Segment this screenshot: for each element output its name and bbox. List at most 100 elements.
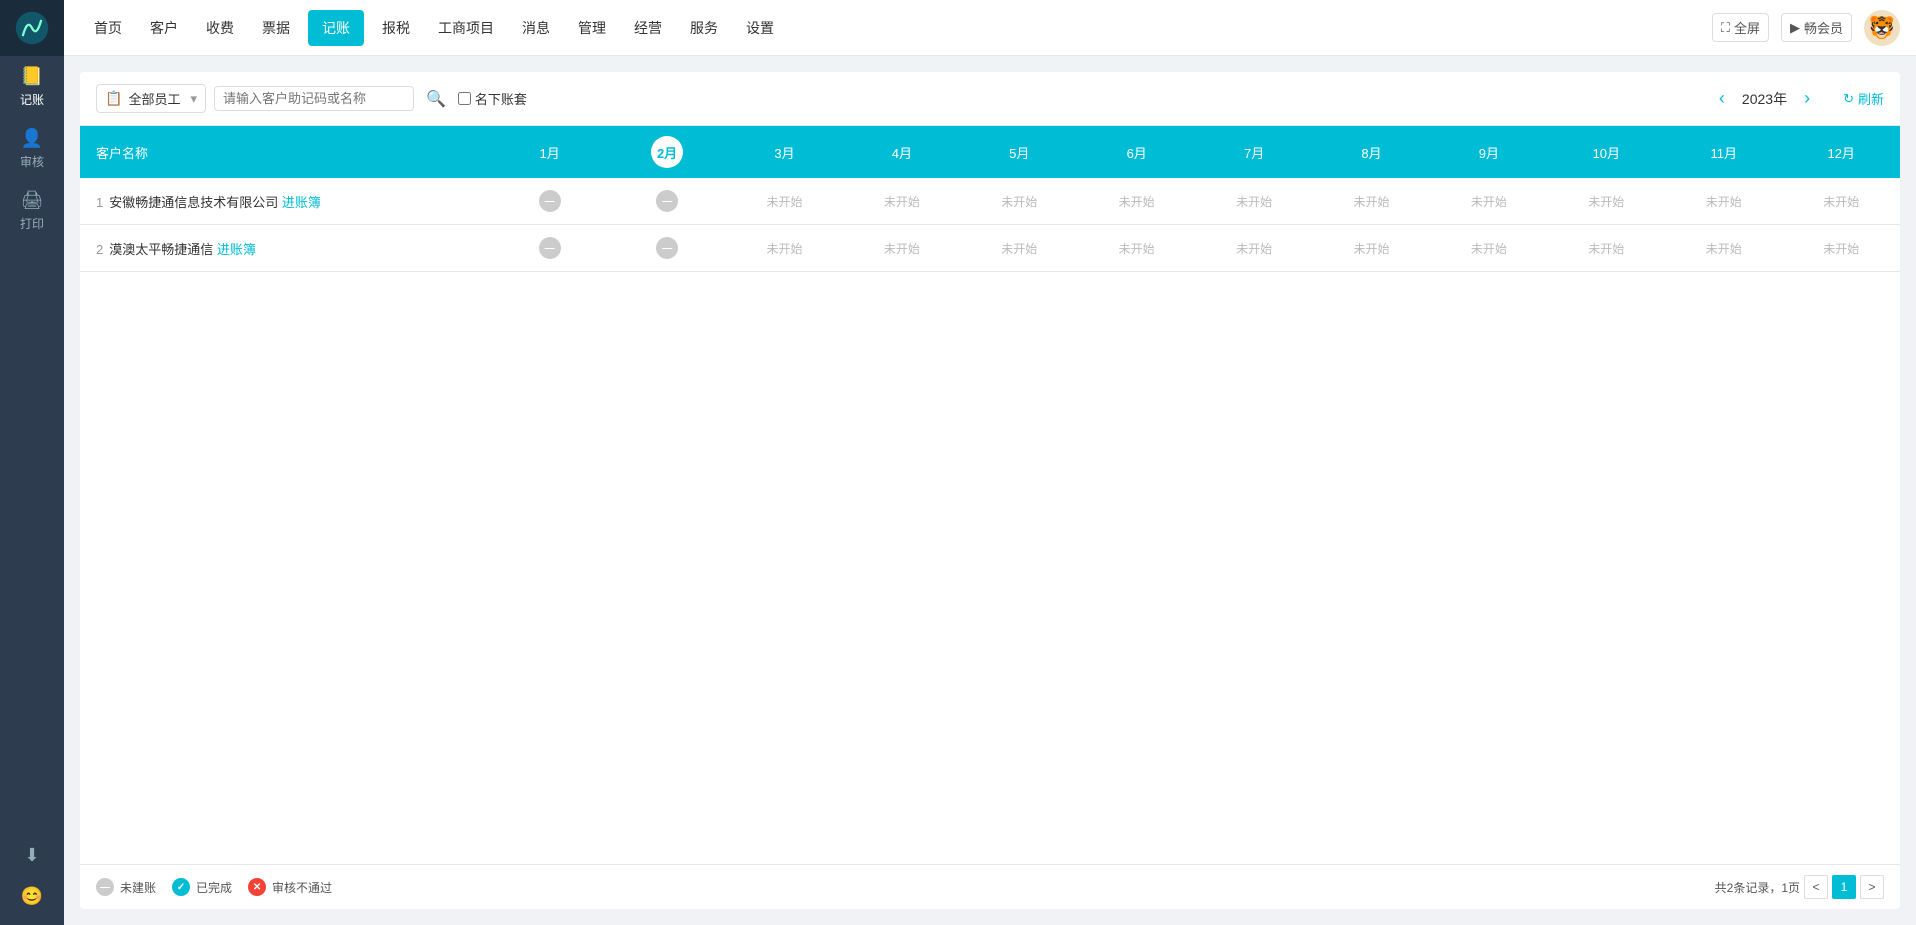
search-button[interactable]: 🔍 [422,85,450,113]
col-header-m11: 11月 [1665,126,1782,178]
sidebar-item-audit-label: 审核 [20,153,44,170]
col-header-m1: 1月 [491,126,608,178]
sidebar-user[interactable]: 😊 [0,878,64,915]
nav-tax[interactable]: 报税 [368,0,424,56]
enter-ledger-link[interactable]: 进账簿 [213,242,256,257]
month-cell: 未开始 [1313,225,1430,272]
enter-ledger-link[interactable]: 进账簿 [278,195,321,210]
month-cell: 未开始 [1665,225,1782,272]
table-wrap: 客户名称 1月 2月 3月 4月 5月 6月 7月 8月 9月 [80,126,1900,864]
month-cell: 未开始 [1665,178,1782,225]
dash-circle [656,190,678,212]
month-cell [491,225,608,272]
nav-message[interactable]: 消息 [508,0,564,56]
nav-manage[interactable]: 管理 [564,0,620,56]
nav-invoice[interactable]: 票据 [248,0,304,56]
dash-circle [539,190,561,212]
legend-dot-grey: — [96,878,114,896]
row-name-cell: 1 安徽畅捷通信息技术有限公司 进账簿 [80,178,491,225]
user-avatar[interactable]: 🐯 [1864,10,1900,46]
col-header-m8: 8月 [1313,126,1430,178]
sidebar-item-print[interactable]: 🖨 打印 [0,180,64,242]
employee-dropdown-icon: ▾ [190,91,197,107]
nav-home[interactable]: 首页 [80,0,136,56]
nav-billing[interactable]: 收费 [192,0,248,56]
prev-year-button[interactable]: ‹ [1710,87,1734,111]
col-header-m12: 12月 [1782,126,1900,178]
refresh-icon: ↻ [1843,91,1854,107]
page-card: 📋 全部员工 ▾ 🔍 名下账套 ‹ 2023年 › ↻ 刷新 [80,72,1900,909]
topnav: 首页 客户 收费 票据 记账 报税 工商项目 消息 管理 经营 服务 设置 ⛶ … [64,0,1916,56]
month-cell [491,178,608,225]
sidebar: 📒 记账 👤 审核 🖨 打印 ⬇ 😊 [0,0,64,925]
month-cell: 未开始 [1078,225,1195,272]
table-row: 2漠澳太平畅捷通信 进账簿未开始未开始未开始未开始未开始未开始未开始未开始未开始… [80,225,1900,272]
employee-label: 全部员工 [128,89,180,108]
row-name-cell: 2漠澳太平畅捷通信 进账簿 [80,225,491,272]
legend-not-created: — 未建账 [96,878,156,896]
month-cell [608,225,725,272]
active-month-circle: 2月 [651,136,683,168]
year-display: 2023年 [1742,89,1787,109]
nav-client[interactable]: 客户 [136,0,192,56]
col-header-m10: 10月 [1548,126,1665,178]
search-input[interactable] [214,86,414,111]
ledger-icon: 📒 [21,66,43,87]
col-header-m4: 4月 [843,126,960,178]
fullscreen-label: 全屏 [1734,18,1760,37]
table-body: 1安徽畅捷通信息技术有限公司 进账簿未开始未开始未开始未开始未开始未开始未开始未… [80,178,1900,272]
fullscreen-icon: ⛶ [1721,20,1730,36]
month-cell: 未开始 [1195,178,1312,225]
my-accounts-checkbox[interactable] [458,92,471,105]
legend-rejected-label: 审核不通过 [272,879,332,896]
sidebar-bottom: ⬇ 😊 [0,837,64,925]
year-nav: ‹ 2023年 › [1710,87,1819,111]
nav-settings[interactable]: 设置 [732,0,788,56]
col-header-m2: 2月 [608,126,725,178]
col-header-name: 客户名称 [80,126,491,178]
prev-page-button[interactable]: < [1804,875,1828,899]
current-page-button[interactable]: 1 [1832,875,1856,899]
month-cell: 未开始 [1548,225,1665,272]
vip-button[interactable]: ▶ 畅会员 [1781,13,1852,42]
legend-completed: ✓ 已完成 [172,878,232,896]
my-accounts-checkbox-label[interactable]: 名下账套 [458,89,527,108]
print-icon: 🖨 [21,190,44,211]
sidebar-logo[interactable] [0,0,64,56]
month-cell: 未开始 [961,178,1078,225]
row-num: 1 [96,195,103,210]
col-header-m5: 5月 [961,126,1078,178]
nav-bizitem[interactable]: 工商项目 [424,0,508,56]
nav-right: ⛶ 全屏 ▶ 畅会员 🐯 [1712,10,1900,46]
next-year-button[interactable]: › [1795,87,1819,111]
month-cell: 未开始 [961,225,1078,272]
legend-rejected: ✕ 审核不通过 [248,878,332,896]
nav-operation[interactable]: 经营 [620,0,676,56]
refresh-label: 刷新 [1858,89,1884,108]
table-row: 1安徽畅捷通信息技术有限公司 进账簿未开始未开始未开始未开始未开始未开始未开始未… [80,178,1900,225]
col-header-m9: 9月 [1430,126,1547,178]
sidebar-item-audit[interactable]: 👤 审核 [0,118,64,180]
dash-circle [656,237,678,259]
month-cell: 未开始 [1078,178,1195,225]
nav-ledger[interactable]: 记账 [308,10,364,46]
month-cell: 未开始 [1782,178,1900,225]
footer: — 未建账 ✓ 已完成 ✕ 审核不通过 共2条记录，1页 < 1 > [80,864,1900,909]
col-header-m7: 7月 [1195,126,1312,178]
employee-icon: 📋 [105,90,122,107]
sidebar-item-ledger[interactable]: 📒 记账 [0,56,64,118]
legend-dot-red: ✕ [248,878,266,896]
fullscreen-button[interactable]: ⛶ 全屏 [1712,13,1769,42]
dash-circle [539,237,561,259]
row-num: 2 [96,242,103,257]
nav-service[interactable]: 服务 [676,0,732,56]
month-cell: 未开始 [1430,178,1547,225]
employee-select[interactable]: 📋 全部员工 ▾ [96,84,206,113]
ledger-table: 客户名称 1月 2月 3月 4月 5月 6月 7月 8月 9月 [80,126,1900,272]
col-header-m3: 3月 [726,126,843,178]
row-name: 安徽畅捷通信息技术有限公司 [109,195,278,210]
refresh-button[interactable]: ↻ 刷新 [1843,89,1884,108]
sidebar-download[interactable]: ⬇ [0,837,64,874]
month-cell: 未开始 [843,178,960,225]
next-page-button[interactable]: > [1860,875,1884,899]
